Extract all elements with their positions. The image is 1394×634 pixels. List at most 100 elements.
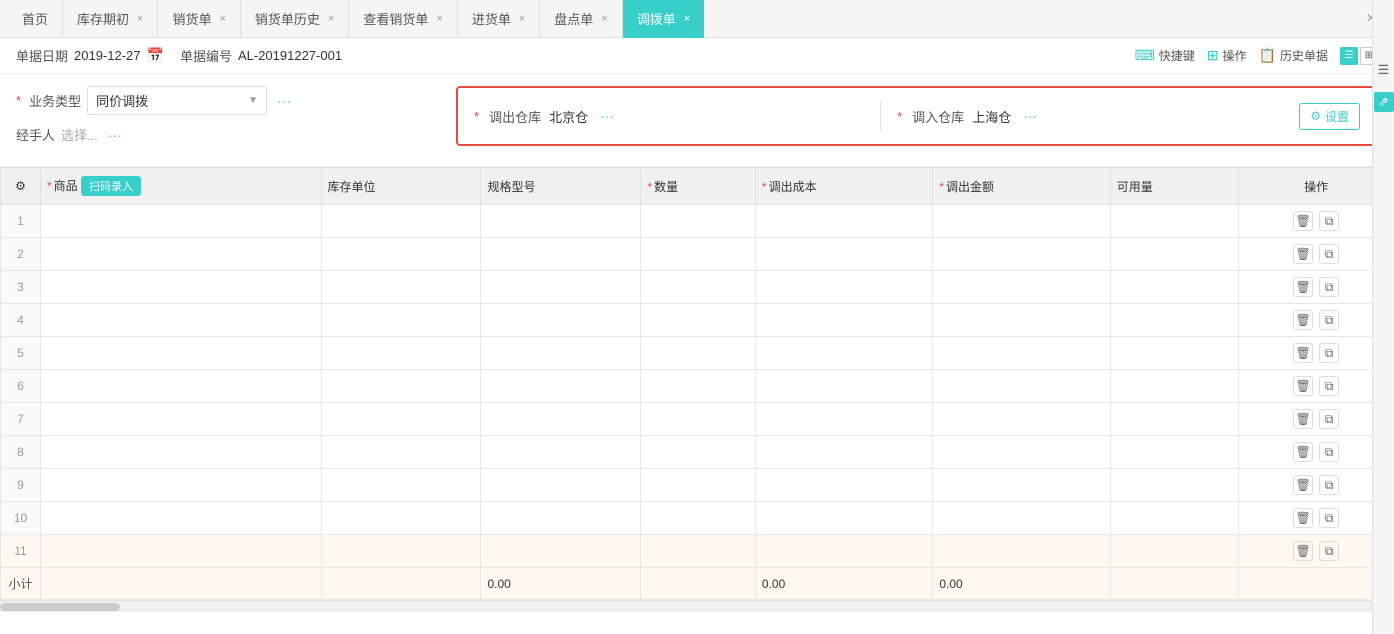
row-cost-11[interactable] (755, 535, 932, 568)
tab-transfer[interactable]: 调拨单 × (623, 0, 704, 38)
row-spec-6[interactable] (481, 370, 641, 403)
sidebar-link-icon[interactable]: ⇗ (1374, 92, 1394, 112)
row-qty-8[interactable] (641, 436, 756, 469)
delete-icon-11[interactable]: 🗑 (1293, 541, 1313, 561)
row-spec-7[interactable] (481, 403, 641, 436)
copy-icon-10[interactable]: ⧉ (1319, 508, 1339, 528)
col-gear[interactable]: ⚙ (1, 168, 41, 205)
row-amount-5[interactable] (933, 337, 1110, 370)
tab-sales[interactable]: 销货单 × (158, 0, 240, 38)
settings-button[interactable]: ⚙ 设置 (1299, 103, 1360, 130)
delete-icon-6[interactable]: 🗑 (1293, 376, 1313, 396)
copy-icon-5[interactable]: ⧉ (1319, 343, 1339, 363)
row-product-5[interactable] (41, 337, 322, 370)
row-product-2[interactable] (41, 238, 322, 271)
row-cost-8[interactable] (755, 436, 932, 469)
row-cost-3[interactable] (755, 271, 932, 304)
row-available-10[interactable] (1110, 502, 1238, 535)
delete-icon-3[interactable]: 🗑 (1293, 277, 1313, 297)
layout-list-icon[interactable]: ☰ (1340, 47, 1358, 65)
tab-view-sales[interactable]: 查看销货单 × (349, 0, 457, 38)
copy-icon-3[interactable]: ⧉ (1319, 277, 1339, 297)
row-available-3[interactable] (1110, 271, 1238, 304)
row-spec-5[interactable] (481, 337, 641, 370)
row-amount-1[interactable] (933, 205, 1110, 238)
copy-icon-7[interactable]: ⧉ (1319, 409, 1339, 429)
wh-in-more[interactable]: ··· (1019, 108, 1041, 124)
row-available-7[interactable] (1110, 403, 1238, 436)
row-spec-8[interactable] (481, 436, 641, 469)
date-value[interactable]: 2019-12-27 (74, 48, 141, 63)
row-unit-2[interactable] (321, 238, 481, 271)
row-product-8[interactable] (41, 436, 322, 469)
tab-inventory-init[interactable]: 库存期初 × (63, 0, 158, 38)
tab-sales-history[interactable]: 销货单历史 × (241, 0, 349, 38)
row-qty-7[interactable] (641, 403, 756, 436)
copy-icon-1[interactable]: ⧉ (1319, 211, 1339, 231)
tab-close-inventory-check[interactable]: × (601, 13, 607, 25)
delete-icon-8[interactable]: 🗑 (1293, 442, 1313, 462)
row-unit-5[interactable] (321, 337, 481, 370)
row-qty-3[interactable] (641, 271, 756, 304)
history-button[interactable]: 📋 历史单据 (1259, 47, 1328, 64)
row-spec-9[interactable] (481, 469, 641, 502)
row-available-2[interactable] (1110, 238, 1238, 271)
row-product-4[interactable] (41, 304, 322, 337)
row-spec-11[interactable] (481, 535, 641, 568)
row-amount-9[interactable] (933, 469, 1110, 502)
row-cost-7[interactable] (755, 403, 932, 436)
row-cost-5[interactable] (755, 337, 932, 370)
tab-purchase[interactable]: 进货单 × (458, 0, 540, 38)
row-qty-4[interactable] (641, 304, 756, 337)
tab-close-sales[interactable]: × (219, 13, 225, 25)
row-product-11[interactable] (41, 535, 322, 568)
copy-icon-2[interactable]: ⧉ (1319, 244, 1339, 264)
sidebar-list-icon[interactable]: ☰ (1374, 60, 1394, 80)
row-unit-9[interactable] (321, 469, 481, 502)
row-unit-3[interactable] (321, 271, 481, 304)
row-amount-3[interactable] (933, 271, 1110, 304)
copy-icon-11[interactable]: ⧉ (1319, 541, 1339, 561)
row-available-11[interactable] (1110, 535, 1238, 568)
tab-close-transfer[interactable]: × (684, 13, 690, 25)
operation-button[interactable]: ⊞ 操作 (1207, 47, 1247, 64)
row-qty-5[interactable] (641, 337, 756, 370)
delete-icon-1[interactable]: 🗑 (1293, 211, 1313, 231)
row-available-8[interactable] (1110, 436, 1238, 469)
wh-out-more[interactable]: ··· (596, 108, 618, 124)
row-cost-10[interactable] (755, 502, 932, 535)
row-amount-6[interactable] (933, 370, 1110, 403)
biz-type-select[interactable]: 同价调拨 ▼ (87, 86, 267, 115)
tab-close-sales-history[interactable]: × (328, 13, 334, 25)
row-unit-1[interactable] (321, 205, 481, 238)
row-qty-2[interactable] (641, 238, 756, 271)
tab-close-inventory-init[interactable]: × (137, 13, 143, 25)
copy-icon-8[interactable]: ⧉ (1319, 442, 1339, 462)
row-available-6[interactable] (1110, 370, 1238, 403)
row-cost-2[interactable] (755, 238, 932, 271)
scrollbar-area[interactable] (0, 600, 1394, 612)
row-unit-7[interactable] (321, 403, 481, 436)
biz-type-more[interactable]: ··· (273, 93, 295, 109)
row-product-3[interactable] (41, 271, 322, 304)
copy-icon-9[interactable]: ⧉ (1319, 475, 1339, 495)
row-unit-6[interactable] (321, 370, 481, 403)
row-qty-6[interactable] (641, 370, 756, 403)
row-unit-8[interactable] (321, 436, 481, 469)
copy-icon-4[interactable]: ⧉ (1319, 310, 1339, 330)
delete-icon-5[interactable]: 🗑 (1293, 343, 1313, 363)
row-product-9[interactable] (41, 469, 322, 502)
row-available-9[interactable] (1110, 469, 1238, 502)
row-qty-10[interactable] (641, 502, 756, 535)
row-product-6[interactable] (41, 370, 322, 403)
row-cost-6[interactable] (755, 370, 932, 403)
row-available-1[interactable] (1110, 205, 1238, 238)
row-product-1[interactable] (41, 205, 322, 238)
row-amount-7[interactable] (933, 403, 1110, 436)
row-amount-4[interactable] (933, 304, 1110, 337)
row-product-10[interactable] (41, 502, 322, 535)
calendar-icon[interactable]: 📅 (147, 47, 164, 64)
row-spec-10[interactable] (481, 502, 641, 535)
row-spec-1[interactable] (481, 205, 641, 238)
row-available-4[interactable] (1110, 304, 1238, 337)
